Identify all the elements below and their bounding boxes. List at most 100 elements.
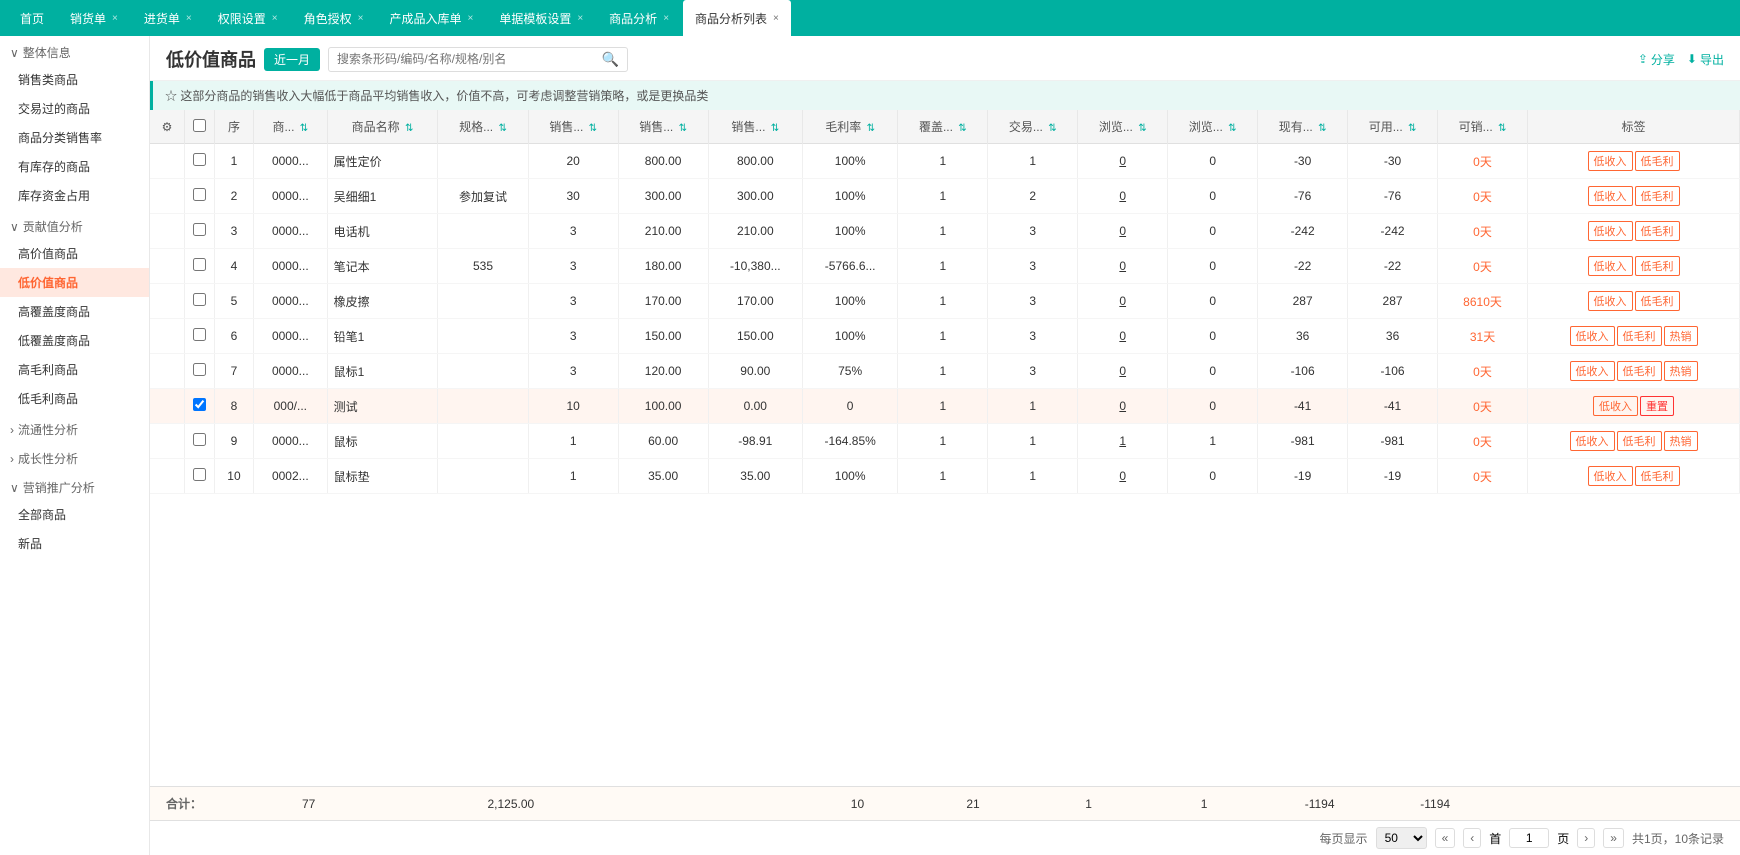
row-checkbox[interactable]: [193, 328, 206, 341]
sidebar-item-category-sales-rate[interactable]: 商品分类销售率: [0, 123, 149, 152]
nav-close-icon[interactable]: ×: [358, 13, 364, 24]
prev-page-button[interactable]: ‹: [1463, 828, 1481, 848]
page-size-select[interactable]: 50 100 200: [1376, 827, 1427, 849]
table-row: 4 0000... 笔记本 535 3 180.00 -10,380... -5…: [150, 249, 1740, 284]
footer-values: 77 2,125.00 10 21 1 1 -1194 -1194: [222, 797, 1724, 811]
col-code[interactable]: 商... ⇅: [254, 110, 328, 144]
sidebar-item-traded-products[interactable]: 交易过的商品: [0, 94, 149, 123]
col-current-stock[interactable]: 现有... ⇅: [1258, 110, 1348, 144]
sidebar-item-low-value[interactable]: 低价值商品: [0, 268, 149, 297]
col-available[interactable]: 可用... ⇅: [1348, 110, 1438, 144]
nav-template-settings[interactable]: 单据模板设置 ×: [487, 0, 595, 36]
nav-product-analysis[interactable]: 商品分析 ×: [597, 0, 681, 36]
share-button[interactable]: ⇪ 分享: [1638, 51, 1675, 68]
sidebar-item-stock-capital[interactable]: 库存资金占用: [0, 181, 149, 210]
sidebar-group-overall[interactable]: ∨ 整体信息: [0, 36, 149, 65]
product-tag: 低收入: [1588, 186, 1633, 206]
col-name[interactable]: 商品名称 ⇅: [327, 110, 438, 144]
col-browse2[interactable]: 浏览... ⇅: [1168, 110, 1258, 144]
nav-close-icon[interactable]: ×: [186, 13, 192, 24]
checkbox-cell[interactable]: [184, 389, 214, 424]
nav-close-icon[interactable]: ×: [663, 13, 669, 24]
row-checkbox[interactable]: [193, 363, 206, 376]
nav-close-icon[interactable]: ×: [467, 13, 473, 24]
sidebar-item-new-products[interactable]: 新品: [0, 529, 149, 558]
checkbox-cell[interactable]: [184, 424, 214, 459]
nav-close-icon[interactable]: ×: [112, 13, 118, 24]
nav-permission-settings[interactable]: 权限设置 ×: [206, 0, 290, 36]
top-nav: 首页 销货单 × 进货单 × 权限设置 × 角色授权 × 产成品入库单 × 单据…: [0, 0, 1740, 36]
nav-product-analysis-list[interactable]: 商品分析列表 ×: [683, 0, 791, 36]
nav-sales-order[interactable]: 销货单 ×: [58, 0, 130, 36]
next-page-button[interactable]: ›: [1577, 828, 1595, 848]
col-sales-qty[interactable]: 销售... ⇅: [528, 110, 618, 144]
row-checkbox[interactable]: [193, 188, 206, 201]
sales-qty: 3: [528, 214, 618, 249]
row-no: 8: [214, 389, 253, 424]
checkbox-cell[interactable]: [184, 284, 214, 319]
trade-val: 3: [988, 319, 1078, 354]
col-coverage[interactable]: 覆盖... ⇅: [898, 110, 988, 144]
sidebar-item-high-coverage[interactable]: 高覆盖度商品: [0, 297, 149, 326]
row-checkbox[interactable]: [193, 153, 206, 166]
sidebar-item-all-products[interactable]: 全部商品: [0, 500, 149, 529]
checkbox-cell[interactable]: [184, 354, 214, 389]
nav-role-auth[interactable]: 角色授权 ×: [292, 0, 376, 36]
col-spec[interactable]: 规格... ⇅: [438, 110, 528, 144]
col-margin[interactable]: 毛利率 ⇅: [802, 110, 897, 144]
sidebar-item-high-margin[interactable]: 高毛利商品: [0, 355, 149, 384]
sidebar-item-low-coverage[interactable]: 低覆盖度商品: [0, 326, 149, 355]
checkbox-cell[interactable]: [184, 319, 214, 354]
coverage-val: 1: [898, 424, 988, 459]
export-button[interactable]: ⬇ 导出: [1687, 51, 1724, 68]
settings-column-header[interactable]: ⚙: [150, 110, 184, 144]
col-sales-amt[interactable]: 销售... ⇅: [618, 110, 708, 144]
page-number-input[interactable]: [1509, 828, 1549, 848]
checkbox-cell[interactable]: [184, 144, 214, 179]
sidebar-item-sales-products[interactable]: 销售类商品: [0, 65, 149, 94]
row-checkbox[interactable]: [193, 468, 206, 481]
sales-amt: 180.00: [618, 249, 708, 284]
sidebar-item-stocked-products[interactable]: 有库存的商品: [0, 152, 149, 181]
browse2-val: 0: [1168, 354, 1258, 389]
checkbox-cell[interactable]: [184, 249, 214, 284]
filter-recent-month-button[interactable]: 近一月: [264, 48, 320, 71]
col-sellable[interactable]: 可销... ⇅: [1438, 110, 1528, 144]
footer-trade: 21: [915, 797, 1031, 811]
margin-rate: -5766.6...: [802, 249, 897, 284]
sidebar-item-high-value[interactable]: 高价值商品: [0, 239, 149, 268]
select-all-checkbox[interactable]: [193, 119, 206, 132]
sidebar-item-low-margin[interactable]: 低毛利商品: [0, 384, 149, 413]
footer-current: -1194: [1262, 797, 1378, 811]
product-tag: 低毛利: [1617, 326, 1662, 346]
coverage-val: 1: [898, 354, 988, 389]
col-sales-cost[interactable]: 销售... ⇅: [708, 110, 802, 144]
product-tags: 低收入低毛利热销: [1528, 319, 1740, 354]
row-checkbox[interactable]: [193, 433, 206, 446]
nav-purchase-order[interactable]: 进货单 ×: [132, 0, 204, 36]
search-input[interactable]: [337, 52, 598, 66]
last-page-button[interactable]: »: [1603, 828, 1624, 848]
header-actions: ⇪ 分享 ⬇ 导出: [1638, 51, 1724, 68]
col-browse1[interactable]: 浏览... ⇅: [1078, 110, 1168, 144]
row-checkbox[interactable]: [193, 223, 206, 236]
first-page-button[interactable]: «: [1435, 828, 1456, 848]
row-checkbox[interactable]: [193, 258, 206, 271]
sidebar-group-marketing[interactable]: ∨ 营销推广分析: [0, 471, 149, 500]
nav-close-icon[interactable]: ×: [577, 13, 583, 24]
nav-product-inbound[interactable]: 产成品入库单 ×: [377, 0, 485, 36]
sidebar-group-liquidity[interactable]: › 流通性分析: [0, 413, 149, 442]
row-checkbox[interactable]: [193, 293, 206, 306]
nav-home[interactable]: 首页: [8, 0, 56, 36]
col-trade[interactable]: 交易... ⇅: [988, 110, 1078, 144]
checkbox-cell[interactable]: [184, 179, 214, 214]
sidebar-group-growth[interactable]: › 成长性分析: [0, 442, 149, 471]
row-checkbox[interactable]: [193, 398, 206, 411]
sellable-days: 0天: [1438, 214, 1528, 249]
app-root: 首页 销货单 × 进货单 × 权限设置 × 角色授权 × 产成品入库单 × 单据…: [0, 0, 1740, 855]
sidebar-group-contribution[interactable]: ∨ 贡献值分析: [0, 210, 149, 239]
checkbox-cell[interactable]: [184, 214, 214, 249]
checkbox-cell[interactable]: [184, 459, 214, 494]
nav-close-icon[interactable]: ×: [272, 13, 278, 24]
nav-close-icon[interactable]: ×: [773, 13, 779, 24]
